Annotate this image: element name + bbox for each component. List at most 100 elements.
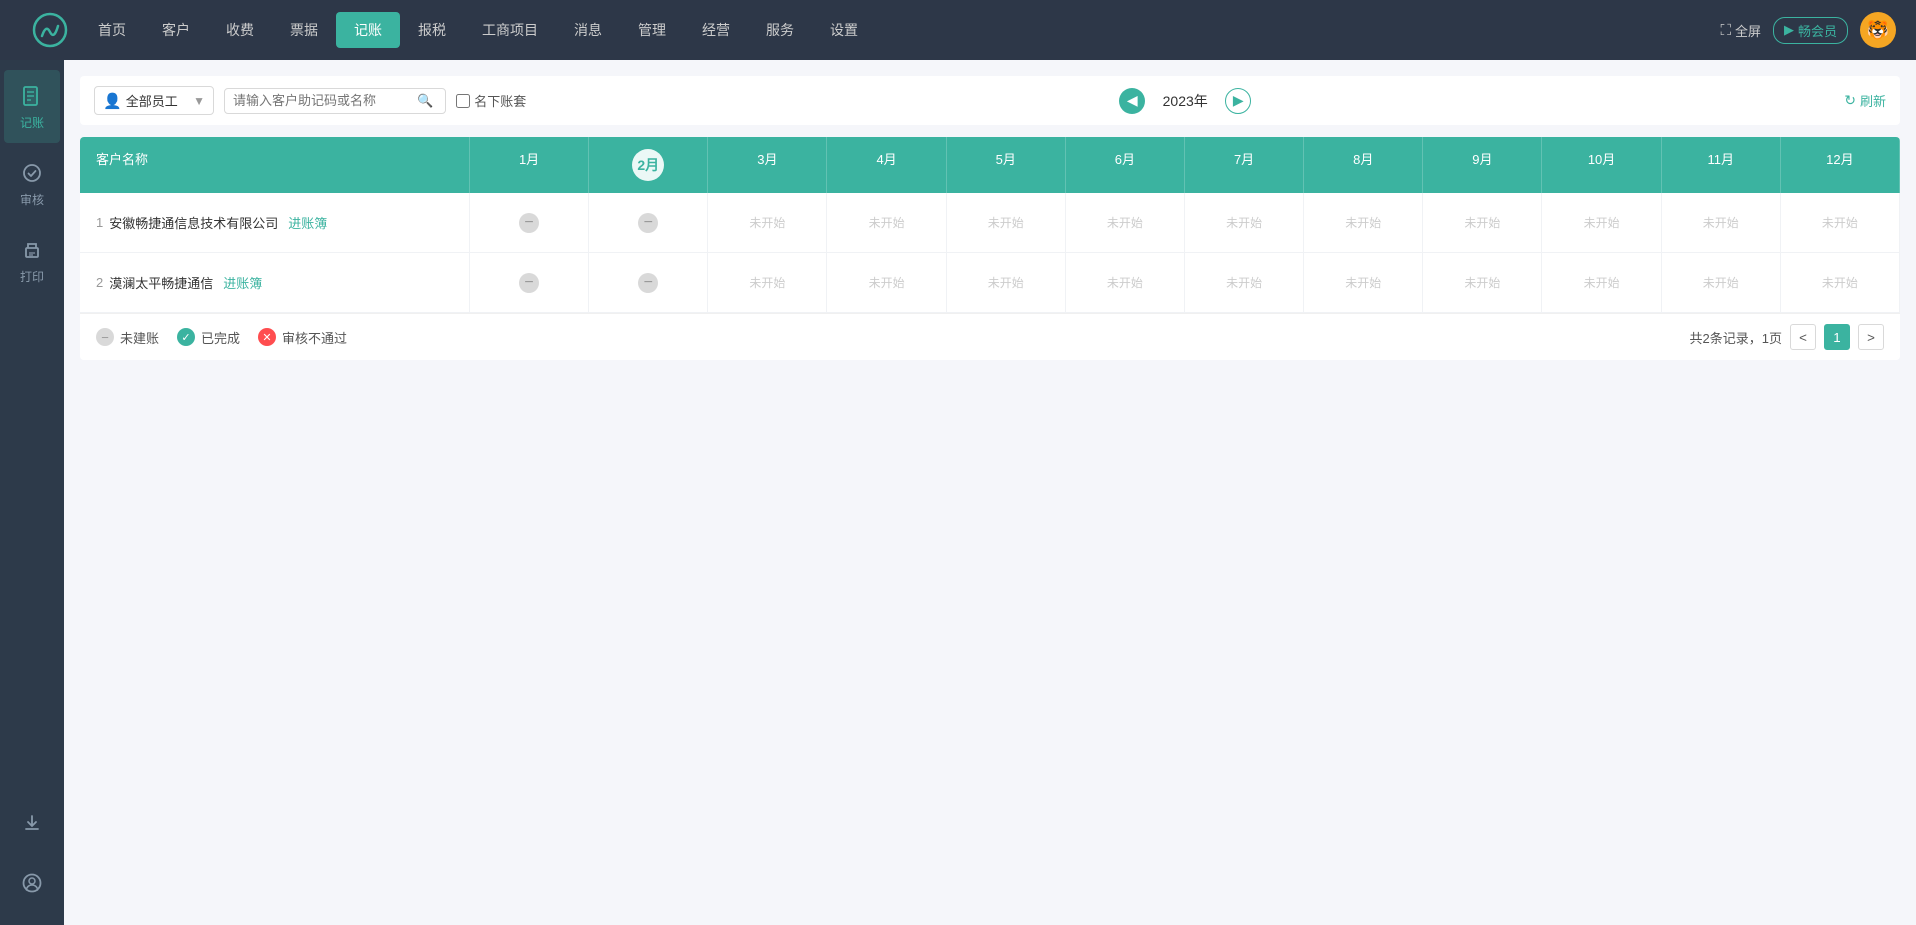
status-not-started: 未开始 [1107, 274, 1143, 291]
company-name-2: 漠澜太平畅捷通信 [109, 273, 213, 292]
td-1-m12: 未开始 [1781, 193, 1900, 252]
nav-invoice[interactable]: 票据 [272, 12, 336, 48]
x-icon: ✕ [262, 331, 271, 344]
next-page-button[interactable]: > [1858, 324, 1884, 350]
col-month-1: 1月 [470, 137, 589, 193]
td-2-m3: 未开始 [708, 253, 827, 312]
td-1-m5: 未开始 [947, 193, 1066, 252]
prev-year-button[interactable]: ◀ [1119, 88, 1145, 114]
search-input[interactable] [233, 93, 413, 108]
td-1-m2: − [589, 193, 708, 252]
col-month-2: 2月 [589, 137, 708, 193]
fullscreen-button[interactable]: ⛶ 全屏 [1720, 21, 1761, 40]
member-button[interactable]: ▶ 畅会员 [1773, 17, 1848, 44]
col-month-11: 11月 [1662, 137, 1781, 193]
status-not-started: 未开始 [1584, 214, 1620, 231]
td-2-m8: 未开始 [1304, 253, 1423, 312]
td-2-m11: 未开始 [1662, 253, 1781, 312]
pagination: 共2条记录，1页 < 1 > [1690, 324, 1884, 350]
td-1-m11: 未开始 [1662, 193, 1781, 252]
td-1-m10: 未开始 [1542, 193, 1661, 252]
sidebar-item-audit[interactable]: 审核 [4, 147, 60, 220]
data-table: 客户名称 1月 2月 3月 4月 5月 6月 7月 8月 9月 10月 11月 … [80, 137, 1900, 360]
page-1-button[interactable]: 1 [1824, 324, 1850, 350]
sidebar-item-print[interactable]: 打印 [4, 224, 60, 297]
prev-page-button[interactable]: < [1790, 324, 1816, 350]
nav-business[interactable]: 工商项目 [464, 12, 556, 48]
legend-label-rejected: 审核不通过 [282, 328, 347, 347]
minus-icon: − [524, 215, 533, 231]
next-year-button[interactable]: ▶ [1225, 88, 1251, 114]
refresh-button[interactable]: ↻ 刷新 [1844, 91, 1886, 110]
top-navigation: 首页 客户 收费 票据 记账 报税 工商项目 消息 管理 经营 服务 设置 ⛶ … [0, 0, 1916, 60]
col-month-8: 8月 [1304, 137, 1423, 193]
enter-link-1[interactable]: 进账簿 [288, 213, 327, 232]
nav-billing[interactable]: 收费 [208, 12, 272, 48]
enter-link-2[interactable]: 进账簿 [223, 273, 262, 292]
audit-icon [18, 159, 46, 187]
nav-operation[interactable]: 经营 [684, 12, 748, 48]
status-not-started: 未开始 [1703, 274, 1739, 291]
td-1-m4: 未开始 [827, 193, 946, 252]
col-month-4: 4月 [827, 137, 946, 193]
nav-home[interactable]: 首页 [80, 12, 144, 48]
sidebar-item-bookkeeping[interactable]: 记账 [4, 70, 60, 143]
nav-items: 首页 客户 收费 票据 记账 报税 工商项目 消息 管理 经营 服务 设置 [80, 12, 1720, 48]
year-navigation: ◀ 2023年 ▶ [1119, 88, 1251, 114]
nav-manage[interactable]: 管理 [620, 12, 684, 48]
td-2-m6: 未开始 [1066, 253, 1185, 312]
col-month-10: 10月 [1542, 137, 1661, 193]
status-not-started: 未开始 [1345, 214, 1381, 231]
legend-not-built: − 未建账 [96, 328, 159, 347]
nav-service[interactable]: 服务 [748, 12, 812, 48]
status-circle: − [519, 213, 539, 233]
status-not-started: 未开始 [1703, 214, 1739, 231]
legend-label-not-built: 未建账 [120, 328, 159, 347]
search-box: 🔍 [224, 88, 446, 114]
minus-icon: − [524, 275, 533, 291]
main-content: 👤 全部员工 ▼ 🔍 名下账套 ◀ 2023年 ▶ ↻ 刷新 [64, 60, 1916, 925]
year-label: 2023年 [1155, 91, 1215, 111]
employee-label: 全部员工 [126, 91, 189, 110]
avatar[interactable]: 🐯 [1860, 12, 1896, 48]
nav-customer[interactable]: 客户 [144, 12, 208, 48]
print-icon [18, 236, 46, 264]
table-header: 客户名称 1月 2月 3月 4月 5月 6月 7月 8月 9月 10月 11月 … [80, 137, 1900, 193]
company-name-1: 安徽畅捷通信息技术有限公司 [109, 213, 278, 232]
sidebar-item-user-circle[interactable] [4, 857, 60, 909]
td-company-1: 1 安徽畅捷通信息技术有限公司 进账簿 [80, 193, 470, 252]
td-1-m6: 未开始 [1066, 193, 1185, 252]
legend-dot-red: ✕ [258, 328, 276, 346]
legend-completed: ✓ 已完成 [177, 328, 240, 347]
my-accounts-checkbox-label[interactable]: 名下账套 [456, 91, 526, 110]
nav-bookkeeping[interactable]: 记账 [336, 12, 400, 48]
search-icon[interactable]: 🔍 [413, 93, 437, 109]
nav-tax[interactable]: 报税 [400, 12, 464, 48]
legend-dot-teal: ✓ [177, 328, 195, 346]
sidebar-audit-label: 审核 [20, 191, 44, 208]
sidebar-item-download[interactable] [4, 797, 60, 849]
checkbox-text: 名下账套 [474, 91, 526, 110]
status-not-started: 未开始 [1226, 214, 1262, 231]
status-circle: − [519, 273, 539, 293]
book-icon [18, 82, 46, 110]
sidebar-print-label: 打印 [20, 268, 44, 285]
status-not-started: 未开始 [1822, 214, 1858, 231]
nav-message[interactable]: 消息 [556, 12, 620, 48]
td-2-m7: 未开始 [1185, 253, 1304, 312]
td-company-2: 2 漠澜太平畅捷通信 进账簿 [80, 253, 470, 312]
nav-settings[interactable]: 设置 [812, 12, 876, 48]
td-1-m7: 未开始 [1185, 193, 1304, 252]
download-icon [18, 809, 46, 837]
my-accounts-checkbox[interactable] [456, 94, 470, 108]
status-not-started: 未开始 [869, 274, 905, 291]
employee-select[interactable]: 👤 全部员工 ▼ [94, 86, 214, 115]
col-month-6: 6月 [1066, 137, 1185, 193]
col-month-12: 12月 [1781, 137, 1900, 193]
col-month-5: 5月 [947, 137, 1066, 193]
legend-label-completed: 已完成 [201, 328, 240, 347]
td-2-m12: 未开始 [1781, 253, 1900, 312]
sidebar-bookkeeping-label: 记账 [20, 114, 44, 131]
td-1-m1: − [470, 193, 589, 252]
legend-dot-grey: − [96, 328, 114, 346]
